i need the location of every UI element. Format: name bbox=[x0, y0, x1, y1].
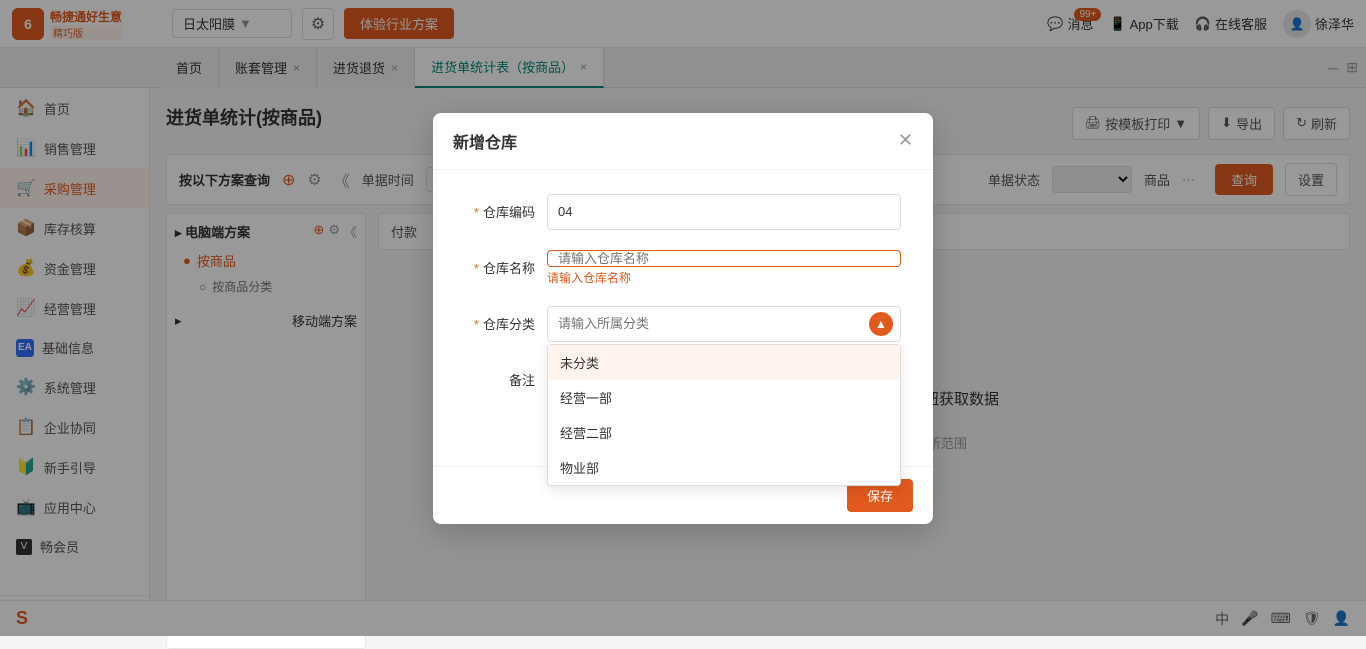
modal-body: 仓库编码 仓库名称 请输入仓库名称 仓库分类 ▲ bbox=[433, 170, 933, 466]
category-control-wrap: ▲ 未分类 经营一部 经营二部 物业部 bbox=[547, 306, 901, 342]
name-control-wrap: 请输入仓库名称 bbox=[547, 250, 901, 286]
form-row-name: 仓库名称 请输入仓库名称 bbox=[465, 250, 901, 286]
category-toggle-button[interactable]: ▲ bbox=[869, 312, 893, 336]
dropdown-item-dept2[interactable]: 经营二部 bbox=[548, 415, 900, 450]
warehouse-code-input[interactable] bbox=[547, 194, 901, 230]
code-label: 仓库编码 bbox=[465, 194, 535, 221]
dropdown-item-uncategorized[interactable]: 未分类 bbox=[548, 345, 900, 380]
dropdown-item-property[interactable]: 物业部 bbox=[548, 450, 900, 485]
dropdown-item-dept1[interactable]: 经营一部 bbox=[548, 380, 900, 415]
category-label: 仓库分类 bbox=[465, 306, 535, 333]
category-input-wrap: ▲ bbox=[547, 306, 901, 342]
modal-title: 新增仓库 bbox=[453, 129, 517, 153]
name-error-msg: 请输入仓库名称 bbox=[547, 269, 901, 286]
category-dropdown: 未分类 经营一部 经营二部 物业部 bbox=[547, 344, 901, 486]
modal-header: 新增仓库 ✕ bbox=[433, 113, 933, 170]
modal-close-button[interactable]: ✕ bbox=[898, 130, 913, 151]
warehouse-modal: 新增仓库 ✕ 仓库编码 仓库名称 请输入仓库名称 仓库分类 bbox=[433, 113, 933, 524]
category-input[interactable] bbox=[547, 306, 901, 342]
form-row-code: 仓库编码 bbox=[465, 194, 901, 230]
name-label: 仓库名称 bbox=[465, 250, 535, 277]
form-row-category: 仓库分类 ▲ 未分类 经营一部 经营二部 物业部 bbox=[465, 306, 901, 342]
modal-overlay[interactable]: 新增仓库 ✕ 仓库编码 仓库名称 请输入仓库名称 仓库分类 bbox=[0, 0, 1366, 636]
warehouse-name-input[interactable] bbox=[547, 250, 901, 267]
remark-label: 备注 bbox=[465, 362, 535, 389]
